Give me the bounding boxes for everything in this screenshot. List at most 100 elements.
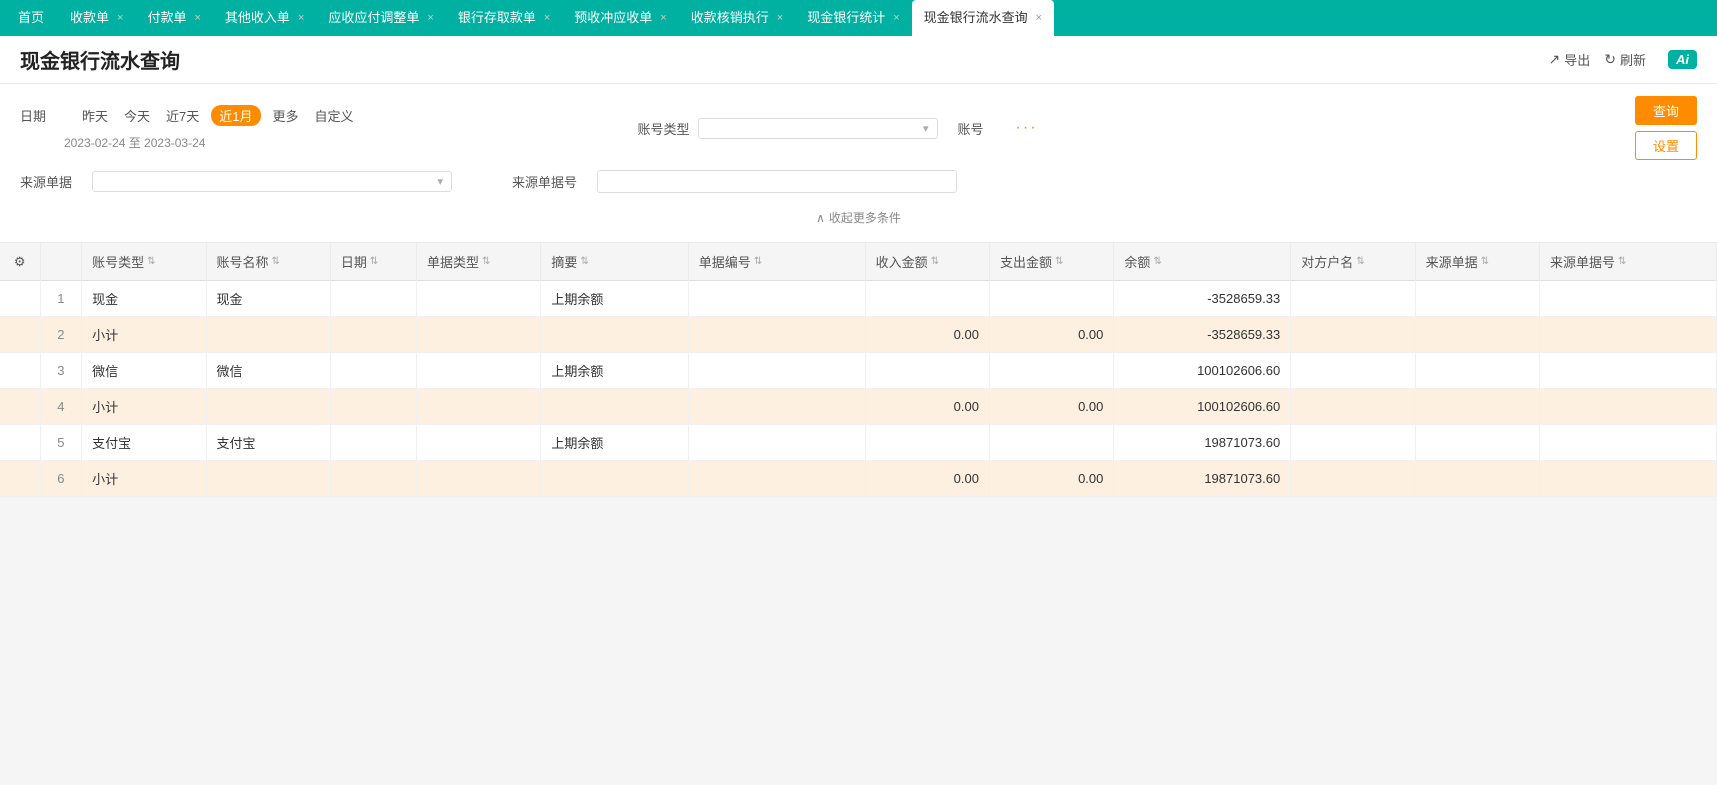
nav-tab-prepay[interactable]: 预收冲应收单 ×	[562, 0, 678, 36]
top-navigation: 首页 收款单 × 付款单 × 其他收入单 × 应收应付调整单 × 银行存取款单 …	[0, 0, 1717, 36]
row-gear	[0, 317, 40, 353]
row-account-type: 支付宝	[82, 425, 206, 461]
row-doc-no	[688, 389, 865, 425]
close-icon[interactable]: ×	[777, 0, 783, 36]
source-doc-select[interactable]: ▾	[92, 171, 452, 192]
gear-icon[interactable]: ⚙	[14, 254, 26, 269]
sort-icon: ⇅	[370, 256, 378, 267]
source-doc-no-input[interactable]	[597, 170, 957, 193]
filter-row-1: 日期 昨天 今天 近7天 近1月 更多 自定义 2023-02-24 至 202…	[20, 96, 1697, 160]
sort-icon: ⇅	[1153, 256, 1161, 267]
row-gear	[0, 353, 40, 389]
refresh-icon: ↻	[1604, 51, 1616, 68]
nav-tab-bank-deposit[interactable]: 银行存取款单 ×	[446, 0, 562, 36]
nav-tab-adjust[interactable]: 应收应付调整单 ×	[316, 0, 445, 36]
row-date	[330, 425, 416, 461]
close-icon[interactable]: ×	[660, 0, 666, 36]
data-table: ⚙ 账号类型⇅ 账号名称⇅ 日期⇅ 单据类型⇅ 摘要⇅	[0, 243, 1717, 497]
row-expense	[989, 353, 1113, 389]
sort-icon: ⇅	[1481, 256, 1489, 267]
shortcut-1month[interactable]: 近1月	[211, 105, 260, 126]
row-date	[330, 317, 416, 353]
col-date[interactable]: 日期⇅	[330, 243, 416, 281]
close-icon[interactable]: ×	[544, 0, 550, 36]
col-doc-type[interactable]: 单据类型⇅	[416, 243, 540, 281]
sort-icon: ⇅	[1055, 256, 1063, 267]
chevron-down-icon: ▾	[923, 122, 929, 135]
row-doc-no	[688, 461, 865, 497]
row-source-doc-no	[1540, 317, 1717, 353]
account-no-dots-button[interactable]: ···	[1016, 119, 1038, 137]
col-income[interactable]: 收入金额⇅	[865, 243, 989, 281]
row-income	[865, 281, 989, 317]
close-icon[interactable]: ×	[117, 0, 123, 36]
table-row: 6 小计 0.00 0.00 19871073.60	[0, 461, 1717, 497]
row-income	[865, 353, 989, 389]
source-doc-label: 来源单据	[20, 172, 72, 191]
nav-tab-verify[interactable]: 收款核销执行 ×	[679, 0, 795, 36]
close-icon[interactable]: ×	[194, 0, 200, 36]
row-counterpart	[1291, 461, 1415, 497]
row-counterpart	[1291, 389, 1415, 425]
close-icon[interactable]: ×	[298, 0, 304, 36]
nav-tab-fuk[interactable]: 付款单 ×	[135, 0, 212, 36]
row-date	[330, 281, 416, 317]
export-button[interactable]: ↗ 导出	[1549, 50, 1591, 69]
export-icon: ↗	[1549, 51, 1561, 68]
collapse-bar[interactable]: ∧ 收起更多条件	[20, 203, 1697, 230]
nav-tab-stats[interactable]: 现金银行统计 ×	[795, 0, 911, 36]
col-doc-no[interactable]: 单据编号⇅	[688, 243, 865, 281]
table-row: 4 小计 0.00 0.00 100102606.60	[0, 389, 1717, 425]
row-source-doc-no	[1540, 425, 1717, 461]
row-account-name: 微信	[206, 353, 330, 389]
close-icon[interactable]: ×	[1036, 0, 1042, 36]
col-expense[interactable]: 支出金额⇅	[989, 243, 1113, 281]
table-row: 2 小计 0.00 0.00 -3528659.33	[0, 317, 1717, 353]
nav-tab-other-income[interactable]: 其他收入单 ×	[213, 0, 316, 36]
close-icon[interactable]: ×	[893, 0, 899, 36]
col-source-doc-no[interactable]: 来源单据号⇅	[1540, 243, 1717, 281]
date-shortcuts: 昨天 今天 近7天 近1月 更多 自定义	[78, 105, 358, 126]
row-seq: 4	[40, 389, 82, 425]
col-source-doc[interactable]: 来源单据⇅	[1415, 243, 1539, 281]
table-row: 1 现金 现金 上期余额 -3528659.33	[0, 281, 1717, 317]
row-summary: 上期余额	[541, 353, 688, 389]
refresh-button[interactable]: ↻ 刷新	[1604, 50, 1646, 69]
shortcut-7days[interactable]: 近7天	[162, 105, 203, 126]
col-account-name[interactable]: 账号名称⇅	[206, 243, 330, 281]
nav-tab-shouks[interactable]: 收款单 ×	[58, 0, 135, 36]
row-doc-no	[688, 281, 865, 317]
nav-tab-cashflow[interactable]: 现金银行流水查询 ×	[912, 0, 1054, 36]
ai-badge[interactable]: Ai	[1668, 50, 1697, 69]
close-icon[interactable]: ×	[427, 0, 433, 36]
table-area: ⚙ 账号类型⇅ 账号名称⇅ 日期⇅ 单据类型⇅ 摘要⇅	[0, 243, 1717, 497]
col-gear[interactable]: ⚙	[0, 243, 40, 281]
account-type-select[interactable]: ▾	[698, 118, 938, 139]
col-counterpart[interactable]: 对方户名⇅	[1291, 243, 1415, 281]
row-account-type: 小计	[82, 317, 206, 353]
row-gear	[0, 389, 40, 425]
header-actions: ↗ 导出 ↻ 刷新 Ai	[1549, 50, 1698, 69]
row-balance: 19871073.60	[1114, 461, 1291, 497]
query-button[interactable]: 查询	[1635, 96, 1697, 125]
row-doc-no	[688, 353, 865, 389]
col-account-type[interactable]: 账号类型⇅	[82, 243, 206, 281]
row-expense	[989, 425, 1113, 461]
settings-button[interactable]: 设置	[1635, 131, 1697, 160]
row-account-name: 现金	[206, 281, 330, 317]
shortcut-yesterday[interactable]: 昨天	[78, 105, 112, 126]
shortcut-custom[interactable]: 自定义	[311, 105, 358, 126]
row-account-type: 现金	[82, 281, 206, 317]
col-summary[interactable]: 摘要⇅	[541, 243, 688, 281]
filter-area: 日期 昨天 今天 近7天 近1月 更多 自定义 2023-02-24 至 202…	[0, 84, 1717, 243]
col-balance[interactable]: 余额⇅	[1114, 243, 1291, 281]
shortcut-more[interactable]: 更多	[269, 105, 303, 126]
row-source-doc-no	[1540, 389, 1717, 425]
source-doc-no-label: 来源单据号	[512, 172, 577, 191]
row-source-doc-no	[1540, 353, 1717, 389]
row-source-doc	[1415, 389, 1539, 425]
shortcut-today[interactable]: 今天	[120, 105, 154, 126]
row-account-name	[206, 317, 330, 353]
row-counterpart	[1291, 353, 1415, 389]
nav-home[interactable]: 首页	[4, 0, 58, 36]
